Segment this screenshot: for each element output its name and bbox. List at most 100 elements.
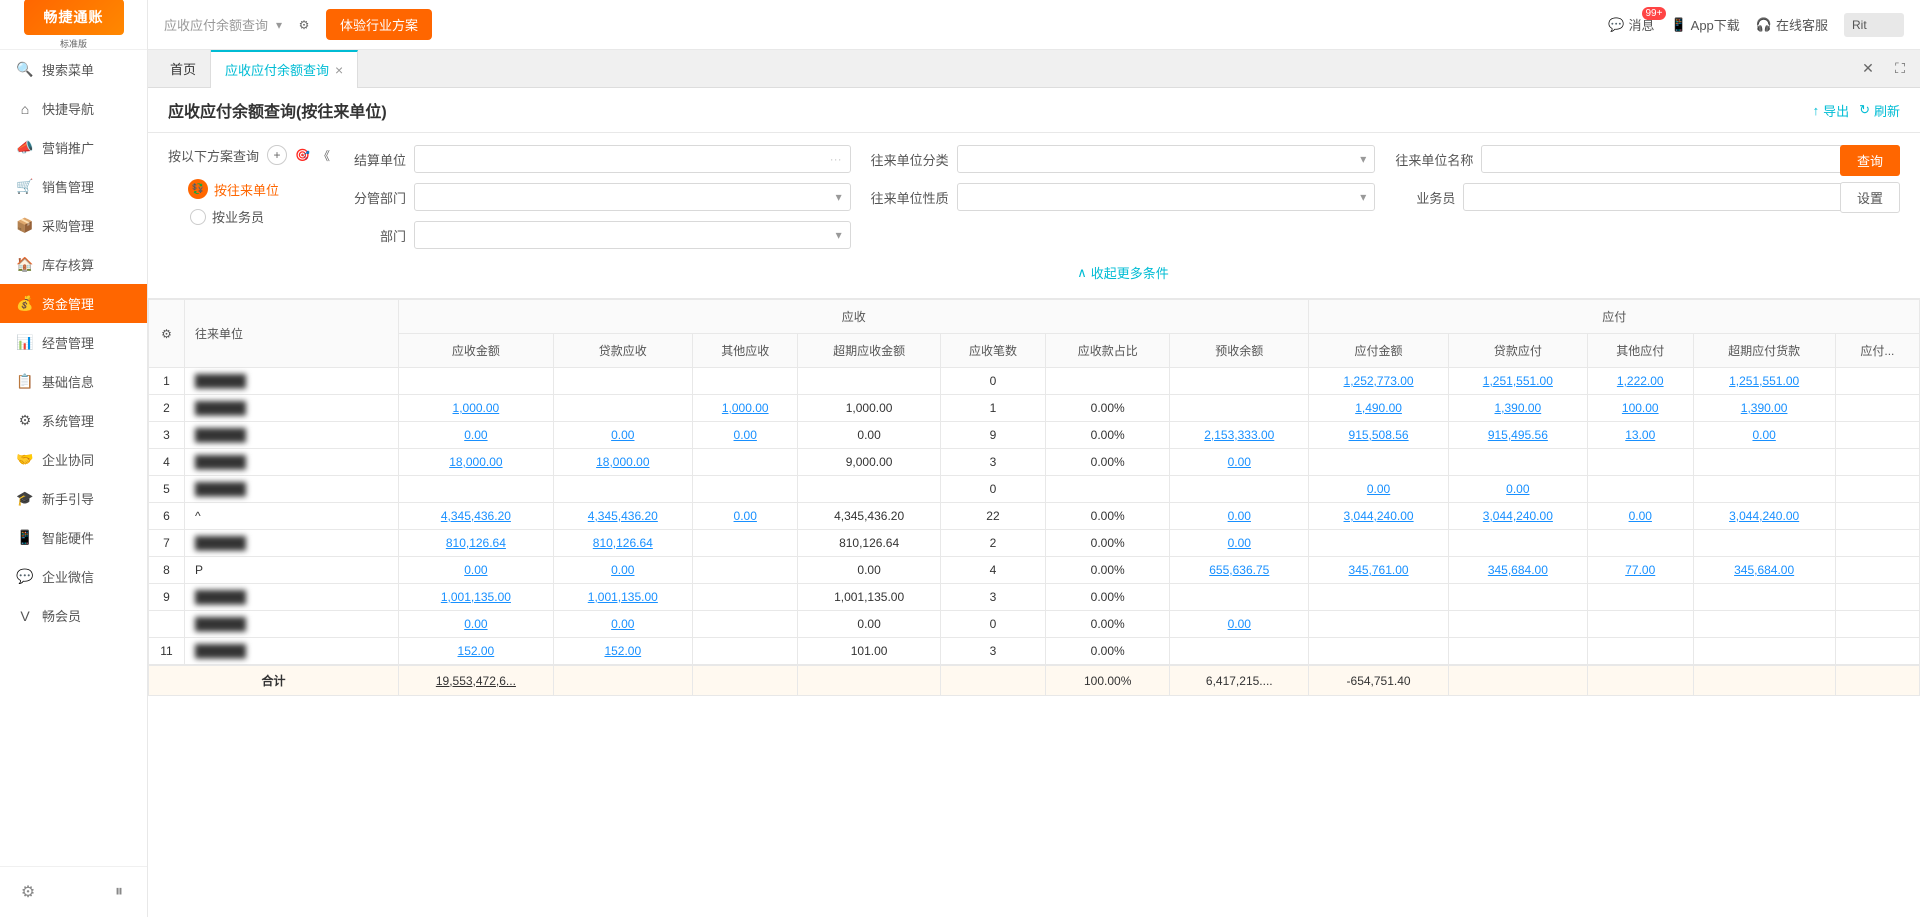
row-ap-loan[interactable] [1448, 584, 1587, 611]
amount-cell[interactable]: 0.00 [611, 563, 634, 577]
row-ap-overdue[interactable] [1693, 584, 1835, 611]
amount-cell[interactable]: 13.00 [1625, 428, 1655, 442]
topbar-promo-btn[interactable]: 体验行业方案 [326, 9, 432, 40]
row-ar-prepay[interactable]: 655,636.75 [1170, 557, 1309, 584]
amount-cell[interactable]: 77.00 [1625, 563, 1655, 577]
filter-company-input[interactable]: ··· [414, 145, 851, 173]
row-ar-prepay[interactable] [1170, 476, 1309, 503]
row-ap-overdue[interactable]: 1,251,551.00 [1693, 368, 1835, 395]
amount-cell[interactable]: 0.00 [734, 428, 757, 442]
tabbar-expand-btn[interactable]: ⛶ [1888, 57, 1912, 81]
sidebar-item-12[interactable]: 📱 智能硬件 [0, 518, 147, 557]
row-ap-loan[interactable]: 1,390.00 [1448, 395, 1587, 422]
amount-cell[interactable]: 152.00 [604, 644, 641, 658]
row-ap-amount[interactable]: 1,252,773.00 [1309, 368, 1448, 395]
row-ar-prepay[interactable] [1170, 368, 1309, 395]
row-ap-overdue[interactable] [1693, 476, 1835, 503]
amount-cell[interactable]: 1,001,135.00 [441, 590, 511, 604]
row-ap-amount[interactable]: 345,761.00 [1309, 557, 1448, 584]
row-ar-other[interactable] [692, 368, 798, 395]
amount-cell[interactable]: 100.00 [1622, 401, 1659, 415]
row-ar-amount[interactable]: 0.00 [399, 611, 554, 638]
sidebar-item-3[interactable]: 🛒 销售管理 [0, 167, 147, 206]
row-ar-amount[interactable] [399, 368, 554, 395]
row-ap-overdue[interactable] [1693, 638, 1835, 666]
export-btn[interactable]: ↑ 导出 [1813, 101, 1850, 120]
sidebar-item-8[interactable]: 📋 基础信息 [0, 362, 147, 401]
topbar-gear-btn[interactable]: ⚙ [290, 11, 318, 39]
user-avatar[interactable]: Rit [1844, 13, 1904, 37]
filter-nature-input[interactable]: ▾ [957, 183, 1376, 211]
topbar-msg-btn[interactable]: 💬 消息 99+ [1608, 15, 1654, 34]
row-ap-amount[interactable] [1309, 530, 1448, 557]
filter-scheme-item-partner[interactable]: 💱 按往来单位 [188, 175, 330, 203]
amount-cell[interactable]: 18,000.00 [449, 455, 502, 469]
amount-cell[interactable]: 0.00 [464, 617, 487, 631]
amount-cell[interactable]: 1,252,773.00 [1344, 374, 1414, 388]
sidebar-item-4[interactable]: 📦 采购管理 [0, 206, 147, 245]
amount-cell[interactable]: 0.00 [1506, 482, 1529, 496]
row-ar-loan[interactable]: 152.00 [553, 638, 692, 666]
row-ap-other[interactable] [1587, 638, 1693, 666]
topbar-service-btn[interactable]: 🎧 在线客服 [1756, 15, 1828, 34]
row-ap-loan[interactable]: 345,684.00 [1448, 557, 1587, 584]
sidebar-item-14[interactable]: V 畅会员 [0, 596, 147, 635]
amount-cell[interactable]: 655,636.75 [1209, 563, 1269, 577]
row-ap-amount[interactable]: 3,044,240.00 [1309, 503, 1448, 530]
row-ar-amount[interactable]: 152.00 [399, 638, 554, 666]
amount-cell[interactable]: 1,251,551.00 [1729, 374, 1799, 388]
amount-cell[interactable]: 1,251,551.00 [1483, 374, 1553, 388]
row-ap-loan[interactable] [1448, 638, 1587, 666]
filter-settings-icon[interactable]: 🎯 [295, 148, 310, 162]
amount-cell[interactable]: 0.00 [1367, 482, 1390, 496]
topbar-app-btn[interactable]: 📱 App下载 [1670, 15, 1739, 34]
row-ar-prepay[interactable]: 0.00 [1170, 503, 1309, 530]
row-ap-amount[interactable] [1309, 611, 1448, 638]
row-ap-other[interactable] [1587, 584, 1693, 611]
row-ap-other[interactable]: 100.00 [1587, 395, 1693, 422]
query-btn[interactable]: 查询 [1840, 145, 1900, 176]
amount-cell[interactable]: 4,345,436.20 [588, 509, 658, 523]
amount-cell[interactable]: 1,000.00 [453, 401, 500, 415]
amount-cell[interactable]: 152.00 [458, 644, 495, 658]
row-ar-loan[interactable]: 0.00 [553, 611, 692, 638]
sidebar-item-11[interactable]: 🎓 新手引导 [0, 479, 147, 518]
row-ar-amount[interactable]: 0.00 [399, 422, 554, 449]
amount-cell[interactable]: 0.00 [1228, 536, 1251, 550]
tab-close-btn[interactable]: × [335, 62, 343, 78]
collapse-more-btn[interactable]: ∧ 收起更多条件 [346, 259, 1900, 286]
row-ar-prepay[interactable]: 2,153,333.00 [1170, 422, 1309, 449]
amount-cell[interactable]: 0.00 [464, 563, 487, 577]
row-ar-other[interactable] [692, 584, 798, 611]
sidebar-item-9[interactable]: ⚙ 系统管理 [0, 401, 147, 440]
row-ar-other[interactable] [692, 557, 798, 584]
row-ar-prepay[interactable] [1170, 395, 1309, 422]
amount-cell[interactable]: 2,153,333.00 [1204, 428, 1274, 442]
sidebar-item-7[interactable]: 📊 经营管理 [0, 323, 147, 362]
amount-cell[interactable]: 0.00 [1752, 428, 1775, 442]
tabbar-close-btn[interactable]: ✕ [1856, 57, 1880, 81]
amount-cell[interactable]: 3,044,240.00 [1729, 509, 1799, 523]
row-ar-loan[interactable]: 0.00 [553, 557, 692, 584]
amount-cell[interactable]: 0.00 [611, 617, 634, 631]
amount-cell[interactable]: 0.00 [1228, 455, 1251, 469]
row-ap-loan[interactable]: 3,044,240.00 [1448, 503, 1587, 530]
row-ar-prepay[interactable] [1170, 584, 1309, 611]
filter-scheme-item-salesman[interactable]: 按业务员 [188, 203, 330, 230]
tab-ar-query[interactable]: 应收应付余额查询 × [211, 50, 358, 88]
tab-home[interactable]: 首页 [156, 50, 211, 88]
sidebar-item-5[interactable]: 🏠 库存核算 [0, 245, 147, 284]
sidebar-item-0[interactable]: 🔍 搜索菜单 [0, 50, 147, 89]
row-ap-other[interactable] [1587, 611, 1693, 638]
row-ar-loan[interactable]: 1,001,135.00 [553, 584, 692, 611]
row-ap-loan[interactable] [1448, 530, 1587, 557]
amount-cell[interactable]: 0.00 [464, 428, 487, 442]
amount-cell[interactable]: 1,000.00 [722, 401, 769, 415]
filter-collapse-btn[interactable]: 《 [318, 147, 330, 164]
row-ap-overdue[interactable]: 345,684.00 [1693, 557, 1835, 584]
row-ap-loan[interactable] [1448, 611, 1587, 638]
amount-cell[interactable]: 1,222.00 [1617, 374, 1664, 388]
row-ap-other[interactable] [1587, 530, 1693, 557]
amount-cell[interactable]: 18,000.00 [596, 455, 649, 469]
amount-cell[interactable]: 3,044,240.00 [1483, 509, 1553, 523]
